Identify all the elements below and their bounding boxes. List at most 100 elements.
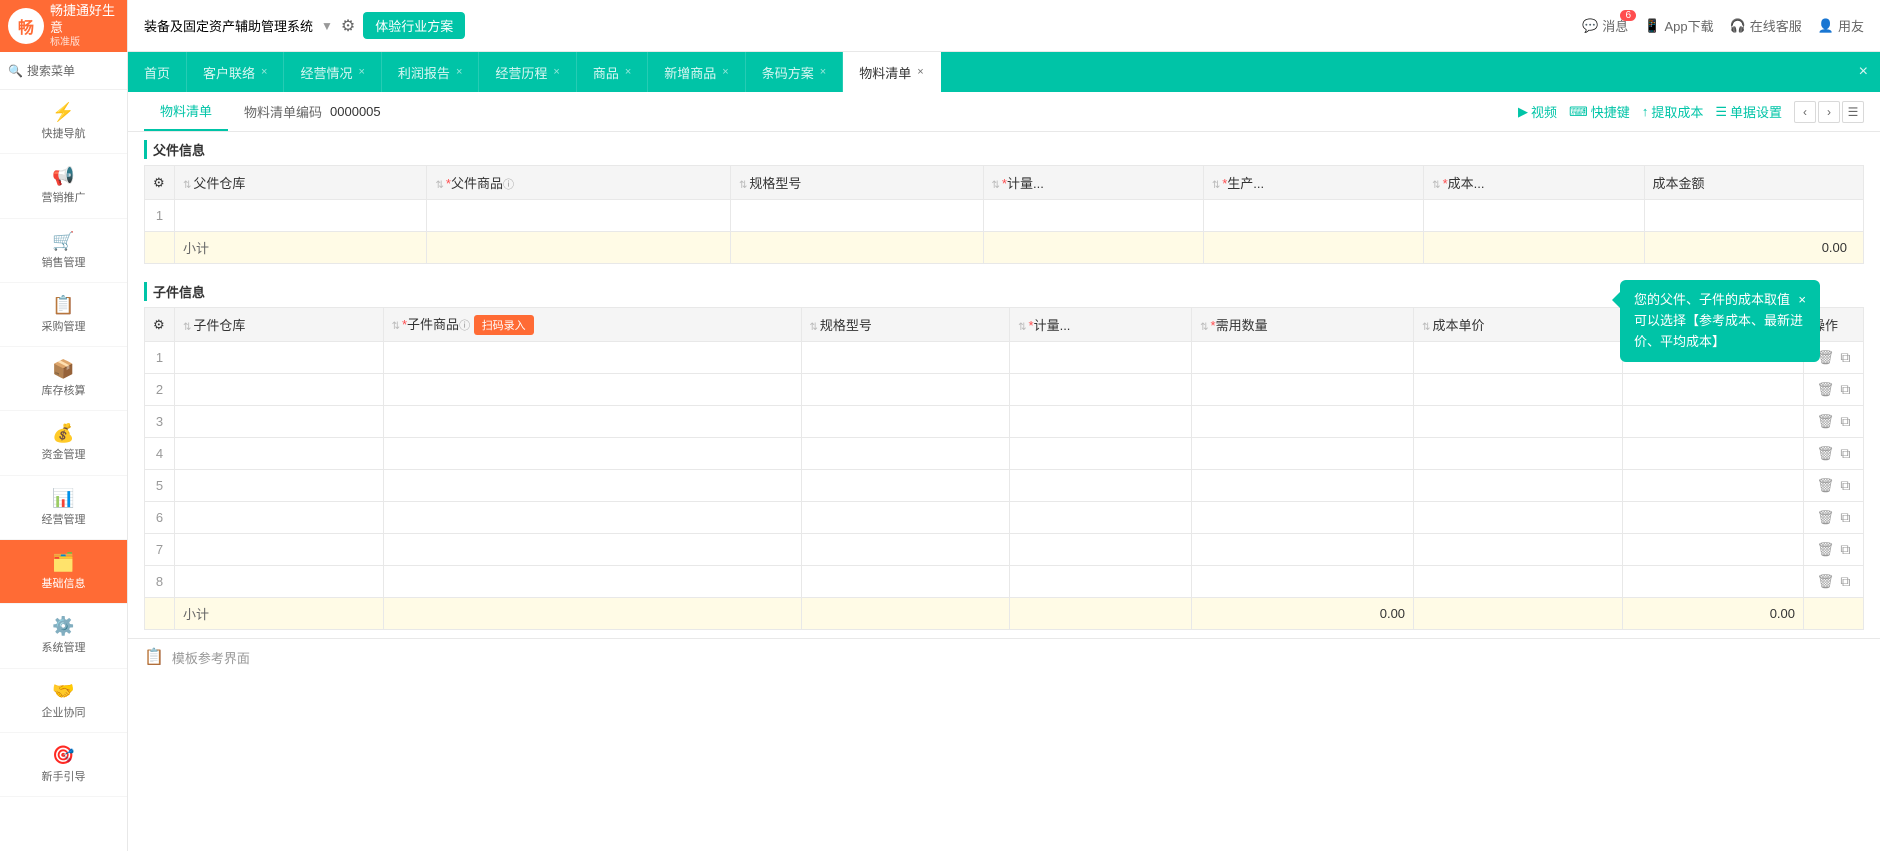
sidebar-item-inventory[interactable]: 📦 库存核算 [0,347,127,411]
tab-profit-close[interactable]: × [456,66,462,78]
child-row-3-spec[interactable] [801,406,1010,438]
child-row-8-unit[interactable] [1010,566,1192,598]
menu-arrow[interactable]: ☰ [1842,101,1864,123]
child-row-7-unit[interactable] [1010,534,1192,566]
copy-icon-row7[interactable]: ⧉ [1840,541,1850,558]
child-row-2-goods[interactable] [383,374,801,406]
online-service-button[interactable]: 🎧 在线客服 [1730,16,1802,35]
tab-new-goods-close[interactable]: × [722,66,728,78]
tab-bom[interactable]: 物料清单 × [843,52,940,92]
copy-icon-row8[interactable]: ⧉ [1840,573,1850,590]
child-row-8-spec[interactable] [801,566,1010,598]
child-row-1-qty[interactable] [1192,342,1414,374]
child-row-6-unit-price[interactable] [1414,502,1623,534]
sidebar-item-system[interactable]: ⚙️ 系统管理 [0,604,127,668]
child-row-3-unit[interactable] [1010,406,1192,438]
sidebar-item-guide[interactable]: 🎯 新手引导 [0,733,127,797]
sidebar-item-quick-nav[interactable]: ⚡ 快捷导航 [0,90,127,154]
tab-operations-close[interactable]: × [358,66,364,78]
settings-icon[interactable]: ⚙ [341,16,355,36]
dropdown-arrow-icon[interactable]: ▼ [321,19,333,33]
child-row-5-unit[interactable] [1010,470,1192,502]
delete-icon-row5[interactable]: 🗑 [1817,477,1835,494]
sidebar-item-finance[interactable]: 💰 资金管理 [0,411,127,475]
tab-bom-close[interactable]: × [917,66,923,78]
child-row-3-warehouse[interactable] [175,406,384,438]
child-row-7-unit-price[interactable] [1414,534,1623,566]
child-row-5-unit-price[interactable] [1414,470,1623,502]
child-row-5-amount[interactable] [1622,470,1803,502]
child-row-1-goods[interactable] [383,342,801,374]
child-row-8-goods[interactable] [383,566,801,598]
delete-icon-row4[interactable]: 🗑 [1817,445,1835,462]
tab-goods-close[interactable]: × [625,66,631,78]
sidebar-item-enterprise[interactable]: 🤝 企业协同 [0,669,127,733]
child-row-2-warehouse[interactable] [175,374,384,406]
parent-gear-col[interactable]: ⚙ [145,166,175,200]
child-row-1-unit-price[interactable] [1414,342,1623,374]
next-arrow[interactable]: › [1818,101,1840,123]
child-row-7-warehouse[interactable] [175,534,384,566]
single-settings-button[interactable]: ☰ 单据设置 [1715,102,1782,121]
close-all-tabs[interactable]: × [1847,63,1880,81]
copy-icon-row1[interactable]: ⧉ [1840,349,1850,366]
child-row-8-qty[interactable] [1192,566,1414,598]
copy-icon-row5[interactable]: ⧉ [1840,477,1850,494]
tab-customer[interactable]: 客户联络 × [187,52,284,92]
sidebar-item-basic-info[interactable]: 🗂️ 基础信息 [0,540,127,604]
view-video-button[interactable]: ▶ 视频 [1518,102,1557,121]
child-row-4-goods[interactable] [383,438,801,470]
parent-row-1-produce[interactable] [1203,200,1423,232]
child-row-1-spec[interactable] [801,342,1010,374]
child-gear-col[interactable]: ⚙ [145,308,175,342]
child-row-8-warehouse[interactable] [175,566,384,598]
message-button[interactable]: 💬 消息 6 [1582,16,1628,35]
tab-profit[interactable]: 利润报告 × [382,52,479,92]
parent-row-1-spec[interactable] [731,200,983,232]
child-row-4-unit[interactable] [1010,438,1192,470]
child-row-4-spec[interactable] [801,438,1010,470]
extract-cost-button[interactable]: ↑ 提取成本 [1642,102,1704,121]
child-row-3-goods[interactable] [383,406,801,438]
child-row-1-warehouse[interactable] [175,342,384,374]
delete-icon-row3[interactable]: 🗑 [1817,413,1835,430]
child-row-1-unit[interactable] [1010,342,1192,374]
sub-tab-bom-list[interactable]: 物料清单 [144,92,228,131]
copy-icon-row3[interactable]: ⧉ [1840,413,1850,430]
child-row-6-unit[interactable] [1010,502,1192,534]
child-row-2-qty[interactable] [1192,374,1414,406]
child-row-6-goods[interactable] [383,502,801,534]
tab-barcode-close[interactable]: × [820,66,826,78]
child-row-5-warehouse[interactable] [175,470,384,502]
tab-home[interactable]: 首页 [128,52,187,92]
child-row-8-unit-price[interactable] [1414,566,1623,598]
child-row-6-qty[interactable] [1192,502,1414,534]
parent-row-1-unit[interactable] [983,200,1203,232]
child-row-2-unit[interactable] [1010,374,1192,406]
child-row-5-spec[interactable] [801,470,1010,502]
sidebar-item-sales[interactable]: 🛒 销售管理 [0,219,127,283]
search-menu-item[interactable]: 🔍 搜索菜单 [0,52,127,90]
prev-arrow[interactable]: ‹ [1794,101,1816,123]
child-row-6-warehouse[interactable] [175,502,384,534]
tab-customer-close[interactable]: × [261,66,267,78]
copy-icon-row6[interactable]: ⧉ [1840,509,1850,526]
child-row-2-spec[interactable] [801,374,1010,406]
parent-row-1-goods[interactable] [427,200,731,232]
child-row-8-amount[interactable] [1622,566,1803,598]
parent-row-1-cost[interactable] [1424,200,1644,232]
app-download-button[interactable]: 📱 App下载 [1644,16,1713,35]
child-row-2-amount[interactable] [1622,374,1803,406]
child-row-6-spec[interactable] [801,502,1010,534]
copy-icon-row4[interactable]: ⧉ [1840,445,1850,462]
child-row-7-qty[interactable] [1192,534,1414,566]
child-row-3-unit-price[interactable] [1414,406,1623,438]
child-row-5-goods[interactable] [383,470,801,502]
delete-icon-row6[interactable]: 🗑 [1817,509,1835,526]
scan-input-button[interactable]: 扫码录入 [474,315,534,335]
child-row-4-qty[interactable] [1192,438,1414,470]
child-row-4-warehouse[interactable] [175,438,384,470]
child-row-3-qty[interactable] [1192,406,1414,438]
delete-icon-row7[interactable]: 🗑 [1817,541,1835,558]
child-row-7-goods[interactable] [383,534,801,566]
